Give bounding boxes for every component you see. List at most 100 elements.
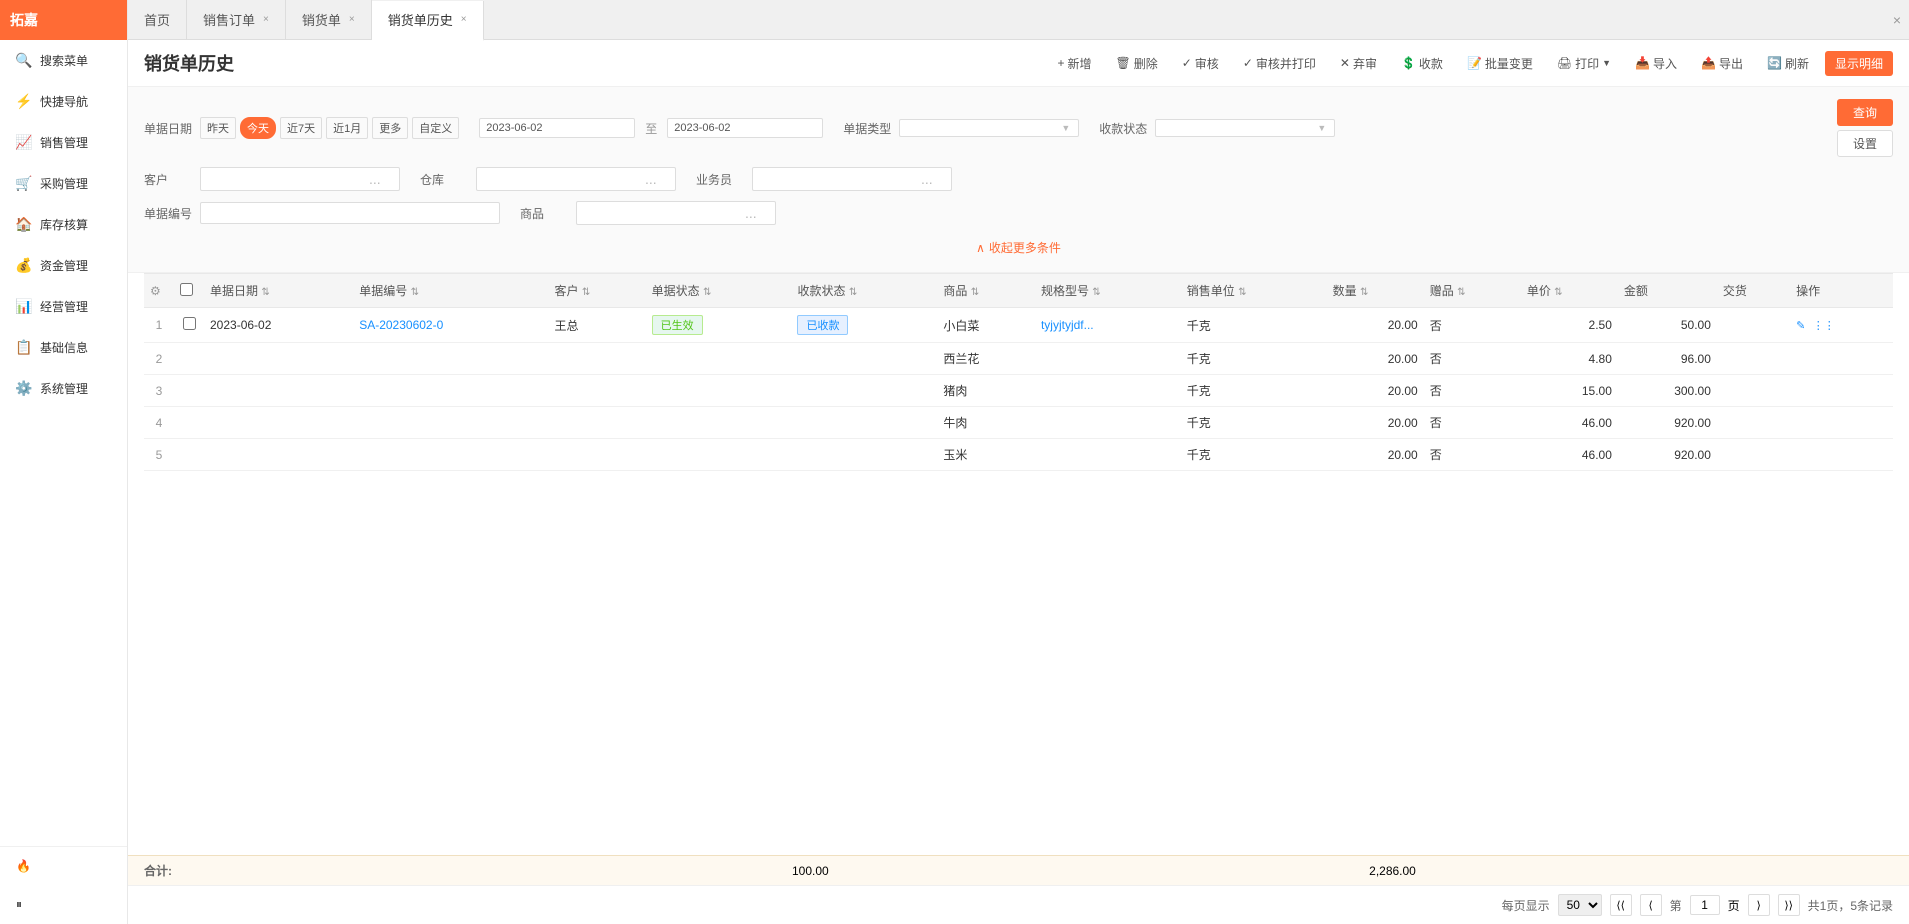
select-all-checkbox[interactable] xyxy=(180,283,193,296)
tab-home[interactable]: 首页 xyxy=(128,0,187,40)
col-goods[interactable]: 商品 ⇅ xyxy=(937,274,1035,308)
col-qty[interactable]: 数量 ⇅ xyxy=(1327,274,1424,308)
tab-sales-order-close[interactable]: × xyxy=(263,14,269,25)
col-doc-status[interactable]: 单据状态 ⇅ xyxy=(646,274,792,308)
row-amount: 920.00 xyxy=(1618,439,1717,471)
col-payment-status[interactable]: 收款状态 ⇅ xyxy=(791,274,937,308)
sidebar-item-label: 库存核算 xyxy=(40,216,88,233)
row-doc-no[interactable] xyxy=(353,439,548,471)
print-button[interactable]: 🖨 打印 ▼ xyxy=(1549,51,1619,76)
col-customer[interactable]: 客户 ⇅ xyxy=(549,274,646,308)
tab-sales-order[interactable]: 销售订单 × xyxy=(187,0,286,40)
page-title: 销货单历史 xyxy=(144,50,234,76)
col-date[interactable]: 单据日期 ⇅ xyxy=(204,274,353,308)
sidebar-item-inventory[interactable]: 🏠 库存核算 xyxy=(0,204,127,245)
goods-input[interactable] xyxy=(585,206,745,220)
tab-sales-history-close[interactable]: × xyxy=(461,14,467,25)
sidebar-item-label: 经营管理 xyxy=(40,298,88,315)
shortcut-more[interactable]: 更多 xyxy=(372,117,408,139)
new-button[interactable]: + 新增 xyxy=(1049,51,1099,76)
import-button[interactable]: 📥 导入 xyxy=(1627,51,1685,76)
tab-sales-goods[interactable]: 销货单 × xyxy=(286,0,372,40)
date-to-input[interactable] xyxy=(667,118,823,138)
more-action-btn[interactable]: ⋮⋮ xyxy=(1813,320,1835,332)
sort-qty-icon: ⇅ xyxy=(1360,287,1368,298)
tab-sales-history[interactable]: 销货单历史 × xyxy=(372,1,484,41)
refresh-label: 刷新 xyxy=(1785,55,1809,72)
audit-button[interactable]: ✓ 审核 xyxy=(1174,51,1227,76)
sidebar-item-finance-mgmt[interactable]: 💰 资金管理 xyxy=(0,245,127,286)
shortcut-yesterday[interactable]: 昨天 xyxy=(200,117,236,139)
shortcut-7days[interactable]: 近7天 xyxy=(280,117,322,139)
col-unit[interactable]: 销售单位 ⇅ xyxy=(1181,274,1327,308)
shortcut-1month[interactable]: 近1月 xyxy=(326,117,368,139)
row-checkbox[interactable] xyxy=(183,317,196,330)
sidebar-item-ops-mgmt[interactable]: 📊 经营管理 xyxy=(0,286,127,327)
sidebar-bottom-pause[interactable]: ⏸ xyxy=(0,885,127,924)
goods-dots-btn[interactable]: ... xyxy=(745,205,757,221)
refresh-icon: 🔄 xyxy=(1767,56,1782,70)
audit-print-button[interactable]: ✓ 审核并打印 xyxy=(1235,51,1324,76)
customer-input[interactable] xyxy=(209,172,369,186)
shortcut-today[interactable]: 今天 xyxy=(240,117,276,139)
date-filter-label: 单据日期 xyxy=(144,120,194,137)
refresh-button[interactable]: 🔄 刷新 xyxy=(1759,51,1817,76)
row-doc-no[interactable] xyxy=(353,407,548,439)
sidebar-item-base-info[interactable]: 📋 基础信息 xyxy=(0,327,127,368)
page-label-post: 页 xyxy=(1728,897,1740,914)
sidebar-item-search-menu[interactable]: 🔍 搜索菜单 xyxy=(0,40,127,81)
next-page-btn[interactable]: ⟩ xyxy=(1748,894,1770,916)
query-button[interactable]: 查询 xyxy=(1837,99,1893,126)
per-page-select[interactable]: 50 xyxy=(1558,894,1602,916)
col-action: 操作 xyxy=(1790,274,1893,308)
row-goods: 西兰花 xyxy=(937,343,1035,375)
salesperson-input[interactable] xyxy=(761,172,921,186)
row-goods: 牛肉 xyxy=(937,407,1035,439)
sidebar-item-sales-mgmt[interactable]: 📈 销售管理 xyxy=(0,122,127,163)
row-doc-no[interactable] xyxy=(353,343,548,375)
warehouse-dots-btn[interactable]: ... xyxy=(645,171,657,187)
filter-salesperson: 业务员 ... xyxy=(696,167,952,191)
set-button[interactable]: 设置 xyxy=(1837,130,1893,157)
col-price[interactable]: 单价 ⇅ xyxy=(1521,274,1618,308)
batch-change-button[interactable]: 📝 批量变更 xyxy=(1459,51,1541,76)
delete-button[interactable]: 🗑 删除 xyxy=(1107,51,1165,76)
warehouse-input[interactable] xyxy=(485,172,645,186)
col-doc-no[interactable]: 单据编号 ⇅ xyxy=(353,274,548,308)
abandon-button[interactable]: ✕ 弃审 xyxy=(1332,51,1385,76)
row-action-cell xyxy=(1790,407,1893,439)
sidebar-bottom-fire[interactable]: 🔥 xyxy=(0,847,127,885)
first-page-btn[interactable]: ⟨⟨ xyxy=(1610,894,1632,916)
audit-icon: ✓ xyxy=(1182,56,1192,70)
page-input[interactable] xyxy=(1690,895,1720,915)
row-doc-no[interactable] xyxy=(353,375,548,407)
receive-button[interactable]: 💲 收款 xyxy=(1393,51,1451,76)
date-from-input[interactable] xyxy=(479,118,635,138)
row-doc-no[interactable]: SA-20230602-0 xyxy=(353,308,548,343)
row-num: 4 xyxy=(144,407,174,439)
table-area: ⚙ 单据日期 ⇅ 单据编号 ⇅ 客户 ⇅ xyxy=(128,273,1909,855)
export-button[interactable]: 📤 导出 xyxy=(1693,51,1751,76)
col-spec[interactable]: 规格型号 ⇅ xyxy=(1035,274,1181,308)
window-close-btn[interactable]: × xyxy=(1893,12,1901,28)
prev-page-btn[interactable]: ⟨ xyxy=(1640,894,1662,916)
payment-status-label: 收款状态 xyxy=(1099,120,1149,137)
col-gear[interactable]: ⚙ xyxy=(144,274,174,308)
shortcut-custom[interactable]: 自定义 xyxy=(412,117,459,139)
row-price: 46.00 xyxy=(1521,439,1618,471)
doc-no-input[interactable] xyxy=(200,202,500,224)
more-conditions-toggle[interactable]: ∧ 收起更多条件 xyxy=(144,235,1893,260)
show-detail-button[interactable]: 显示明细 xyxy=(1825,51,1893,76)
table-row: 12023-06-02SA-20230602-0王总已生效已收款小白菜tyjyj… xyxy=(144,308,1893,343)
sidebar-item-quick-nav[interactable]: ⚡ 快捷导航 xyxy=(0,81,127,122)
col-gift[interactable]: 赠品 ⇅ xyxy=(1424,274,1521,308)
edit-action-btn[interactable]: ✎ xyxy=(1796,320,1805,332)
tab-sales-goods-close[interactable]: × xyxy=(349,14,355,25)
sidebar-item-sys-mgmt[interactable]: ⚙️ 系统管理 xyxy=(0,368,127,409)
last-page-btn[interactable]: ⟩⟩ xyxy=(1778,894,1800,916)
salesperson-dots-btn[interactable]: ... xyxy=(921,171,933,187)
sidebar-item-purchase-mgmt[interactable]: 🛒 采购管理 xyxy=(0,163,127,204)
payment-status-select[interactable]: ▼ xyxy=(1155,119,1335,137)
customer-dots-btn[interactable]: ... xyxy=(369,171,381,187)
doc-type-select[interactable]: ▼ xyxy=(899,119,1079,137)
